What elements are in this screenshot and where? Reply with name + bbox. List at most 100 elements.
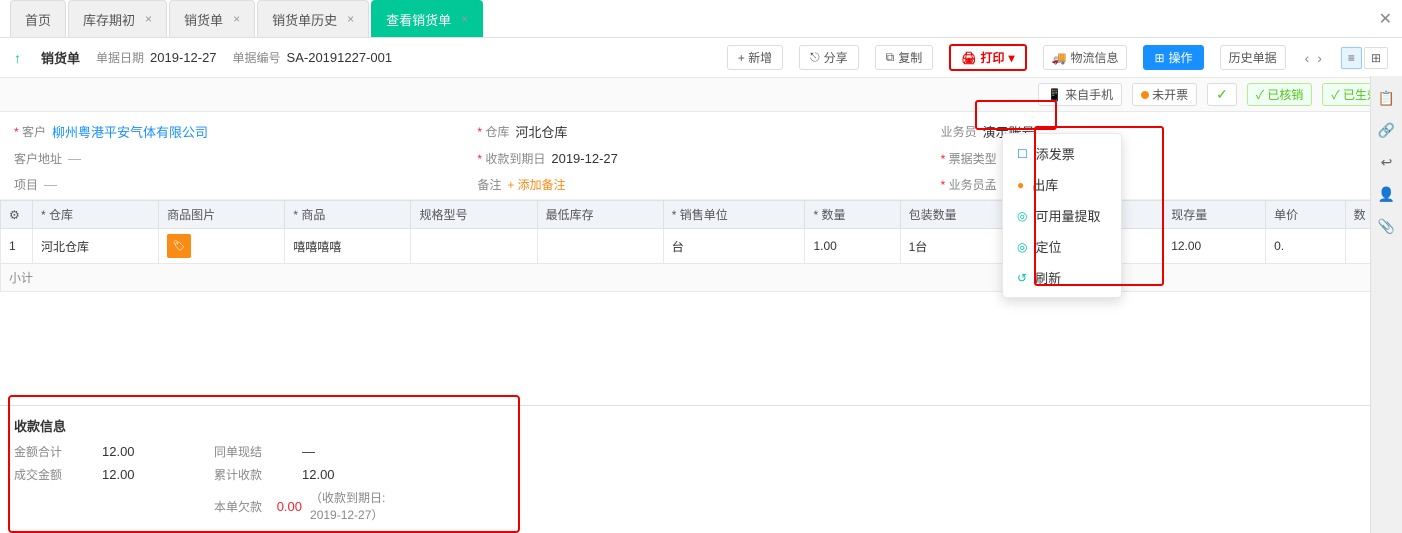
from-phone-button[interactable]: 📱 来自手机: [1038, 83, 1122, 106]
nav-prev-icon[interactable]: ‹: [1302, 50, 1313, 66]
doc-type-label: 销货单: [41, 48, 80, 67]
right-sidebar: 📋 🔗 ↩ 👤 📎 ⛶: [1370, 76, 1402, 533]
doc-date-label: 单据日期: [96, 49, 144, 66]
row-price: 0.: [1266, 229, 1346, 264]
menu-item-locate[interactable]: ◎ 定位: [1003, 231, 1121, 262]
deal-amount-value: 12.00: [102, 467, 135, 482]
deal-amount-label: 成交金额: [14, 466, 94, 483]
not-open-button[interactable]: 未开票: [1132, 83, 1197, 106]
tab-view-order[interactable]: 查看销货单 ×: [371, 0, 483, 37]
history-button[interactable]: 历史单据: [1220, 45, 1286, 70]
list-view-button[interactable]: ≡: [1341, 47, 1362, 69]
sidebar-icon-user[interactable]: 👤: [1373, 180, 1401, 208]
cumulative-value: 12.00: [302, 467, 335, 482]
sidebar-icon-link[interactable]: 🔗: [1373, 116, 1401, 144]
tab-home[interactable]: 首页: [10, 0, 66, 37]
payment-date-field: 收款到期日 2019-12-27: [477, 149, 924, 168]
menu-item-available-extract[interactable]: ◎ 可用量提取: [1003, 200, 1121, 231]
menu-item-refresh[interactable]: ↺ 刷新: [1003, 262, 1121, 293]
menu-item-outbound[interactable]: ● 出库: [1003, 169, 1121, 200]
same-order-row: 同单现结 —: [214, 443, 414, 460]
address-label: 客户地址: [14, 150, 62, 167]
row-product: 嘻嘻嘻嘻: [285, 229, 411, 264]
new-button[interactable]: + 新增: [727, 45, 783, 70]
print-icon: 🖨: [961, 51, 976, 65]
logistics-button[interactable]: 🚚 物流信息: [1043, 45, 1128, 70]
sold-tag: ✓ 已核销: [1247, 83, 1313, 106]
same-order-value: —: [302, 444, 315, 459]
add-note-button[interactable]: + 添加备注: [507, 176, 565, 193]
project-label: 项目: [14, 176, 38, 193]
tab-stock-init[interactable]: 库存期初 ×: [68, 0, 167, 37]
payment-info-section: 收款信息 金额合计 12.00 同单现结 — 成交金额 12.00 累计收款 1…: [0, 405, 1402, 533]
copy-button[interactable]: ⧉ 复制: [875, 45, 934, 70]
doc-date-value: 2019-12-27: [150, 50, 217, 65]
copy-icon: ⧉: [886, 50, 895, 65]
table-header-gear[interactable]: ⚙: [1, 201, 33, 229]
sidebar-icon-attach[interactable]: 📎: [1373, 212, 1401, 240]
sidebar-icon-doc[interactable]: 📋: [1373, 84, 1401, 112]
same-order-label: 同单现结: [214, 443, 294, 460]
tab-close-sales-order[interactable]: ×: [233, 12, 240, 26]
payment-info-grid: 金额合计 12.00 同单现结 — 成交金额 12.00 累计收款 12.00: [14, 443, 1388, 523]
form-area: 客户 柳州粤港平安气体有限公司 仓库 河北仓库 业务员 演示账号 客户地址 — …: [0, 112, 1402, 200]
customer-value[interactable]: 柳州粤港平安气体有限公司: [52, 122, 208, 141]
total-amount-value: 12.00: [102, 444, 135, 459]
total-amount-row: 金额合计 12.00: [14, 443, 214, 460]
table-header-warehouse: * 仓库: [33, 201, 159, 229]
project-field: 项目 —: [14, 176, 461, 193]
tab-sales-order[interactable]: 销货单 ×: [169, 0, 255, 37]
outbound-icon: ●: [1017, 178, 1024, 192]
customer-field: 客户 柳州粤港平安气体有限公司: [14, 122, 461, 141]
not-open-dot: [1141, 91, 1149, 99]
warehouse-label: 仓库: [477, 123, 509, 140]
address-field: 客户地址 —: [14, 149, 461, 168]
debt-value: 0.00: [277, 499, 302, 514]
salesman-label: 业务员孟: [941, 176, 997, 193]
table-header-row: ⚙ * 仓库 商品图片 * 商品 规格型号 最低库存 * 销售单位 * 数量 包…: [1, 201, 1402, 229]
row-index: 1: [1, 229, 33, 264]
project-value: —: [44, 177, 57, 192]
nav-arrows: ‹ ›: [1302, 50, 1325, 66]
tab-close-stock-init[interactable]: ×: [145, 12, 152, 26]
global-close-icon[interactable]: ✕: [1379, 9, 1392, 29]
tab-close-sales-history[interactable]: ×: [347, 12, 354, 26]
phone-icon: 📱: [1047, 88, 1062, 102]
payment-info-title: 收款信息: [14, 416, 1388, 435]
doc-date-group: 单据日期 2019-12-27: [96, 49, 217, 66]
tab-sales-history[interactable]: 销货单历史 ×: [257, 0, 369, 37]
table-header-price: 单价: [1266, 201, 1346, 229]
ops-button[interactable]: ⊞ 操作: [1143, 45, 1203, 70]
cumulative-label: 累计收款: [214, 466, 294, 483]
subtotal-row: 小计: [1, 264, 1402, 292]
note-label: 备注: [477, 176, 501, 193]
items-table: ⚙ * 仓库 商品图片 * 商品 规格型号 最低库存 * 销售单位 * 数量 包…: [0, 200, 1402, 292]
table-row: 1 河北仓库 🏷 嘻嘻嘻嘻 台 1.00 1台 12.00 0.: [1, 229, 1402, 264]
print-dropdown-arrow[interactable]: ▾: [1008, 51, 1014, 65]
nav-next-icon[interactable]: ›: [1314, 50, 1325, 66]
sidebar-icon-return[interactable]: ↩: [1373, 148, 1401, 176]
row-quantity: 1.00: [805, 229, 900, 264]
add-invoice-icon: ☐: [1017, 147, 1028, 161]
locate-icon: ◎: [1017, 240, 1027, 254]
print-button[interactable]: 🖨 打印 ▾: [949, 44, 1026, 71]
row-stock: 12.00: [1163, 229, 1266, 264]
address-value: —: [68, 151, 81, 166]
doc-header: ↑ 销货单 单据日期 2019-12-27 单据编号 SA-20191227-0…: [0, 38, 1402, 78]
row-min-stock: [537, 229, 663, 264]
menu-item-add-invoice[interactable]: ☐ 添发票: [1003, 138, 1121, 169]
tab-close-view-order[interactable]: ×: [461, 12, 468, 26]
table-header-quantity: * 数量: [805, 201, 900, 229]
payment-date-label: 收款到期日: [477, 150, 545, 167]
doc-number-value: SA-20191227-001: [287, 50, 393, 65]
cumulative-row: 累计收款 12.00: [214, 466, 414, 483]
check-button[interactable]: ✓: [1207, 83, 1237, 106]
table-header-spec: 规格型号: [411, 201, 537, 229]
refresh-icon: ↺: [1017, 271, 1027, 285]
share-icon: ⎋: [810, 50, 820, 65]
table-area: ⚙ * 仓库 商品图片 * 商品 规格型号 最低库存 * 销售单位 * 数量 包…: [0, 200, 1402, 405]
share-button[interactable]: ⎋ 分享: [799, 45, 859, 70]
ops-dropdown-menu: ☐ 添发票 ● 出库 ◎ 可用量提取 ◎ 定位 ↺ 刷新: [1002, 133, 1122, 298]
grid-view-button[interactable]: ⊞: [1364, 47, 1388, 69]
ops-icon: ⊞: [1154, 51, 1164, 65]
